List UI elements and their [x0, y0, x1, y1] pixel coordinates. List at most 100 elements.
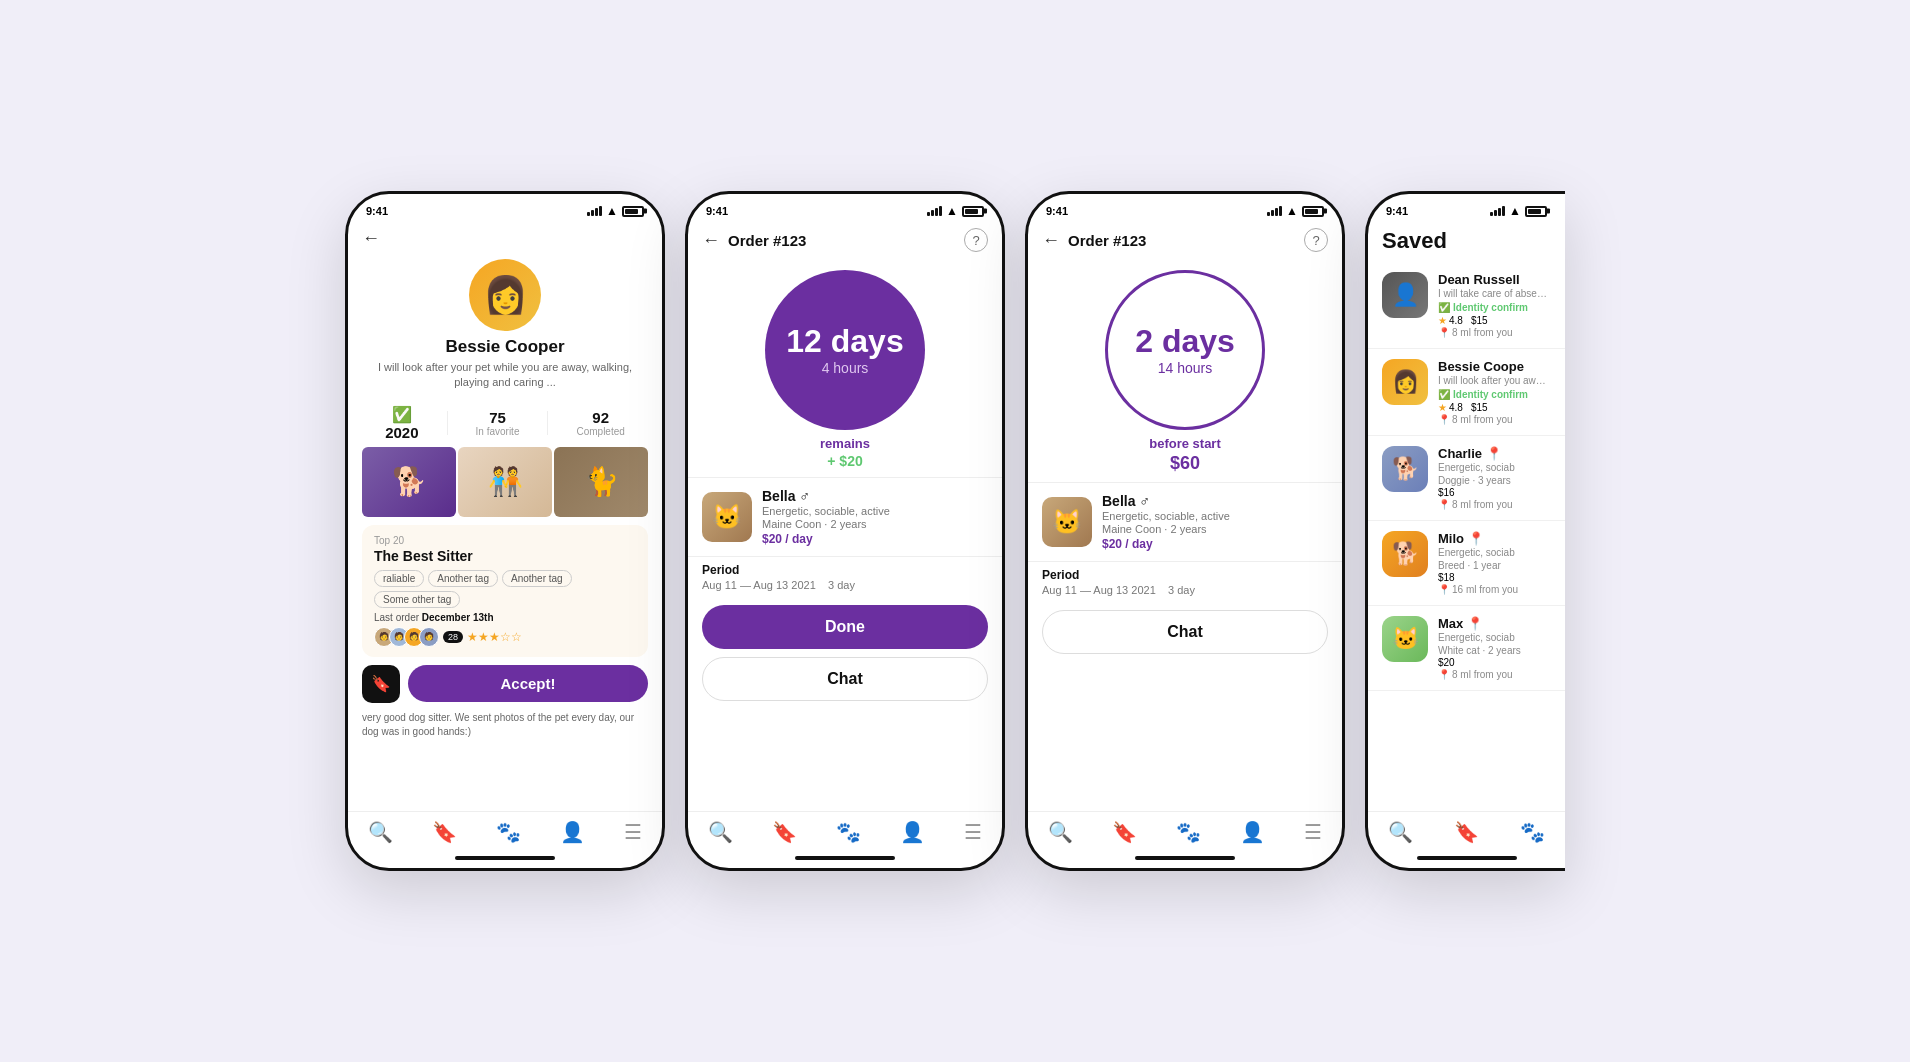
verified-icon: ✅ — [392, 405, 412, 424]
phone2-content: ← Order #123 ? 12 days 4 hours remains +… — [688, 222, 1002, 811]
nav-pets-2[interactable]: 🐾 — [836, 820, 861, 844]
time-4: 9:41 — [1386, 205, 1408, 217]
phone-1-profile: 9:41 ▲ ← 👩 Bessie Cooper — [345, 191, 665, 871]
back-button-3[interactable]: ← — [1042, 230, 1060, 251]
wifi-icon-2: ▲ — [946, 204, 958, 218]
pet-card-2: 🐱 Bella ♂ Energetic, sociable, active Ma… — [688, 477, 1002, 556]
nav-search-3[interactable]: 🔍 — [1048, 820, 1073, 844]
rating-milo: $18 — [1438, 572, 1551, 583]
chat-button-2[interactable]: Chat — [702, 657, 988, 701]
saved-item-milo[interactable]: 🐕 Milo 📍 Energetic, sociab Breed · 1 yea… — [1368, 521, 1565, 606]
period-section-2: Period Aug 11 — Aug 13 2021 3 day — [688, 556, 1002, 597]
timer-days-3: 2 days — [1135, 324, 1235, 359]
accept-button[interactable]: Accept! — [408, 665, 648, 702]
pet-info-3: Bella ♂ Energetic, sociable, active Main… — [1102, 493, 1328, 551]
mini-avatar-4: 🧑 — [419, 627, 439, 647]
home-indicator-1 — [348, 848, 662, 868]
photo-1: 🐕 — [362, 447, 456, 517]
wifi-icon-3: ▲ — [1286, 204, 1298, 218]
saved-title: Saved — [1382, 228, 1551, 254]
star-icon-bessie: ★ — [1438, 402, 1447, 413]
bio-dean: I will take care of absence! — [1438, 287, 1551, 300]
nav-pets-1[interactable]: 🐾 — [496, 820, 521, 844]
photo-2: 🧑‍🤝‍🧑 — [458, 447, 552, 517]
location-charlie: 📍 8 ml from you — [1438, 499, 1551, 510]
nav-pets-4[interactable]: 🐾 — [1520, 820, 1545, 844]
name-max: Max 📍 — [1438, 616, 1551, 631]
done-button[interactable]: Done — [702, 605, 988, 649]
saved-item-max[interactable]: 🐱 Max 📍 Energetic, sociab White cat · 2 … — [1368, 606, 1565, 691]
nav-menu-1[interactable]: ☰ — [624, 820, 642, 844]
remains-text: remains — [688, 436, 1002, 451]
nav-profile-2[interactable]: 👤 — [900, 820, 925, 844]
nav-bookmark-4[interactable]: 🔖 — [1454, 820, 1479, 844]
nav-menu-2[interactable]: ☰ — [964, 820, 982, 844]
completed-count: 92 — [592, 409, 609, 426]
identity-bessie: ✅ Identity confirm — [1438, 389, 1551, 400]
pet-photo-3: 🐱 — [1042, 497, 1092, 547]
nav-profile-1[interactable]: 👤 — [560, 820, 585, 844]
period-dates-2: Aug 11 — Aug 13 2021 3 day — [702, 579, 988, 591]
nav-profile-3[interactable]: 👤 — [1240, 820, 1265, 844]
phone-3-order: 9:41 ▲ ← Order #123 ? — [1025, 191, 1345, 871]
help-icon-2[interactable]: ? — [964, 228, 988, 252]
timer-container-3: 2 days 14 hours — [1028, 260, 1342, 436]
battery-icon-2 — [962, 206, 984, 217]
timer-circle-filled: 12 days 4 hours — [765, 270, 925, 430]
pet-breed-2: Maine Coon · 2 years — [762, 518, 988, 530]
name-milo: Milo 📍 — [1438, 531, 1551, 546]
pet-desc-2: Energetic, sociable, active — [762, 505, 988, 517]
nav-menu-3[interactable]: ☰ — [1304, 820, 1322, 844]
stat-verified: ✅ 2020 — [385, 405, 418, 441]
pet-breed-3: Maine Coon · 2 years — [1102, 523, 1328, 535]
photo-person-3: 🐈 — [554, 447, 648, 517]
order-header-left-3: ← Order #123 — [1042, 230, 1146, 251]
info-milo: Milo 📍 Energetic, sociab Breed · 1 year … — [1438, 531, 1551, 595]
rating-max: $20 — [1438, 657, 1551, 668]
location-icon-bessie: 📍 — [1438, 414, 1450, 425]
help-icon-3[interactable]: ? — [1304, 228, 1328, 252]
breed-max: White cat · 2 years — [1438, 644, 1551, 657]
phones-container: 9:41 ▲ ← 👩 Bessie Cooper — [325, 151, 1585, 911]
pet-price-3: $20 / day — [1102, 537, 1328, 551]
saved-item-charlie[interactable]: 🐕 Charlie 📍 Energetic, sociab Doggie · 3… — [1368, 436, 1565, 521]
stat-completed: 92 Completed — [576, 409, 624, 437]
timer-hours-2: 4 hours — [822, 360, 869, 376]
name-dean: Dean Russell — [1438, 272, 1551, 287]
back-button[interactable]: ← — [362, 228, 380, 249]
photo-person-1: 🐕 — [362, 447, 456, 517]
saved-item-dean[interactable]: 👤 Dean Russell I will take care of absen… — [1368, 262, 1565, 349]
location-dean: 📍 8 ml from you — [1438, 327, 1551, 338]
profile-avatar: 👩 — [469, 259, 541, 331]
distance-dean: 8 ml from you — [1452, 327, 1513, 338]
saved-header: Saved — [1368, 222, 1565, 262]
location-icon-max: 📍 — [1438, 669, 1450, 680]
nav-search-4[interactable]: 🔍 — [1388, 820, 1413, 844]
chat-button-3[interactable]: Chat — [1042, 610, 1328, 654]
checkmark-icon-bessie: ✅ — [1438, 389, 1450, 400]
tag-other: Some other tag — [374, 591, 460, 608]
nav-search-1[interactable]: 🔍 — [368, 820, 393, 844]
nav-bookmark-3[interactable]: 🔖 — [1112, 820, 1137, 844]
pet-info-2: Bella ♂ Energetic, sociable, active Main… — [762, 488, 988, 546]
location-milo: 📍 16 ml from you — [1438, 584, 1551, 595]
rating-stars: ★★★☆☆ — [467, 630, 522, 644]
order-header-3: ← Order #123 ? — [1028, 222, 1342, 260]
stat-year: 2020 — [385, 424, 418, 441]
nav-bookmark-1[interactable]: 🔖 — [432, 820, 457, 844]
nav-pets-3[interactable]: 🐾 — [1176, 820, 1201, 844]
bookmark-button[interactable]: 🔖 — [362, 665, 400, 703]
back-button-2[interactable]: ← — [702, 230, 720, 251]
saved-item-bessie[interactable]: 👩 Bessie Coope I will look after you awa… — [1368, 349, 1565, 436]
last-order: Last order December 13th — [374, 612, 636, 623]
nav-search-2[interactable]: 🔍 — [708, 820, 733, 844]
rating-bessie: ★ 4.8 $15 — [1438, 402, 1551, 413]
name-charlie: Charlie 📍 — [1438, 446, 1551, 461]
bio-max: Energetic, sociab — [1438, 631, 1551, 644]
timer-container-2: 12 days 4 hours — [688, 260, 1002, 436]
nav-bookmark-2[interactable]: 🔖 — [772, 820, 797, 844]
rating-charlie: $16 — [1438, 487, 1551, 498]
info-dean: Dean Russell I will take care of absence… — [1438, 272, 1551, 338]
time-2: 9:41 — [706, 205, 728, 217]
favorites-label: In favorite — [476, 426, 520, 437]
